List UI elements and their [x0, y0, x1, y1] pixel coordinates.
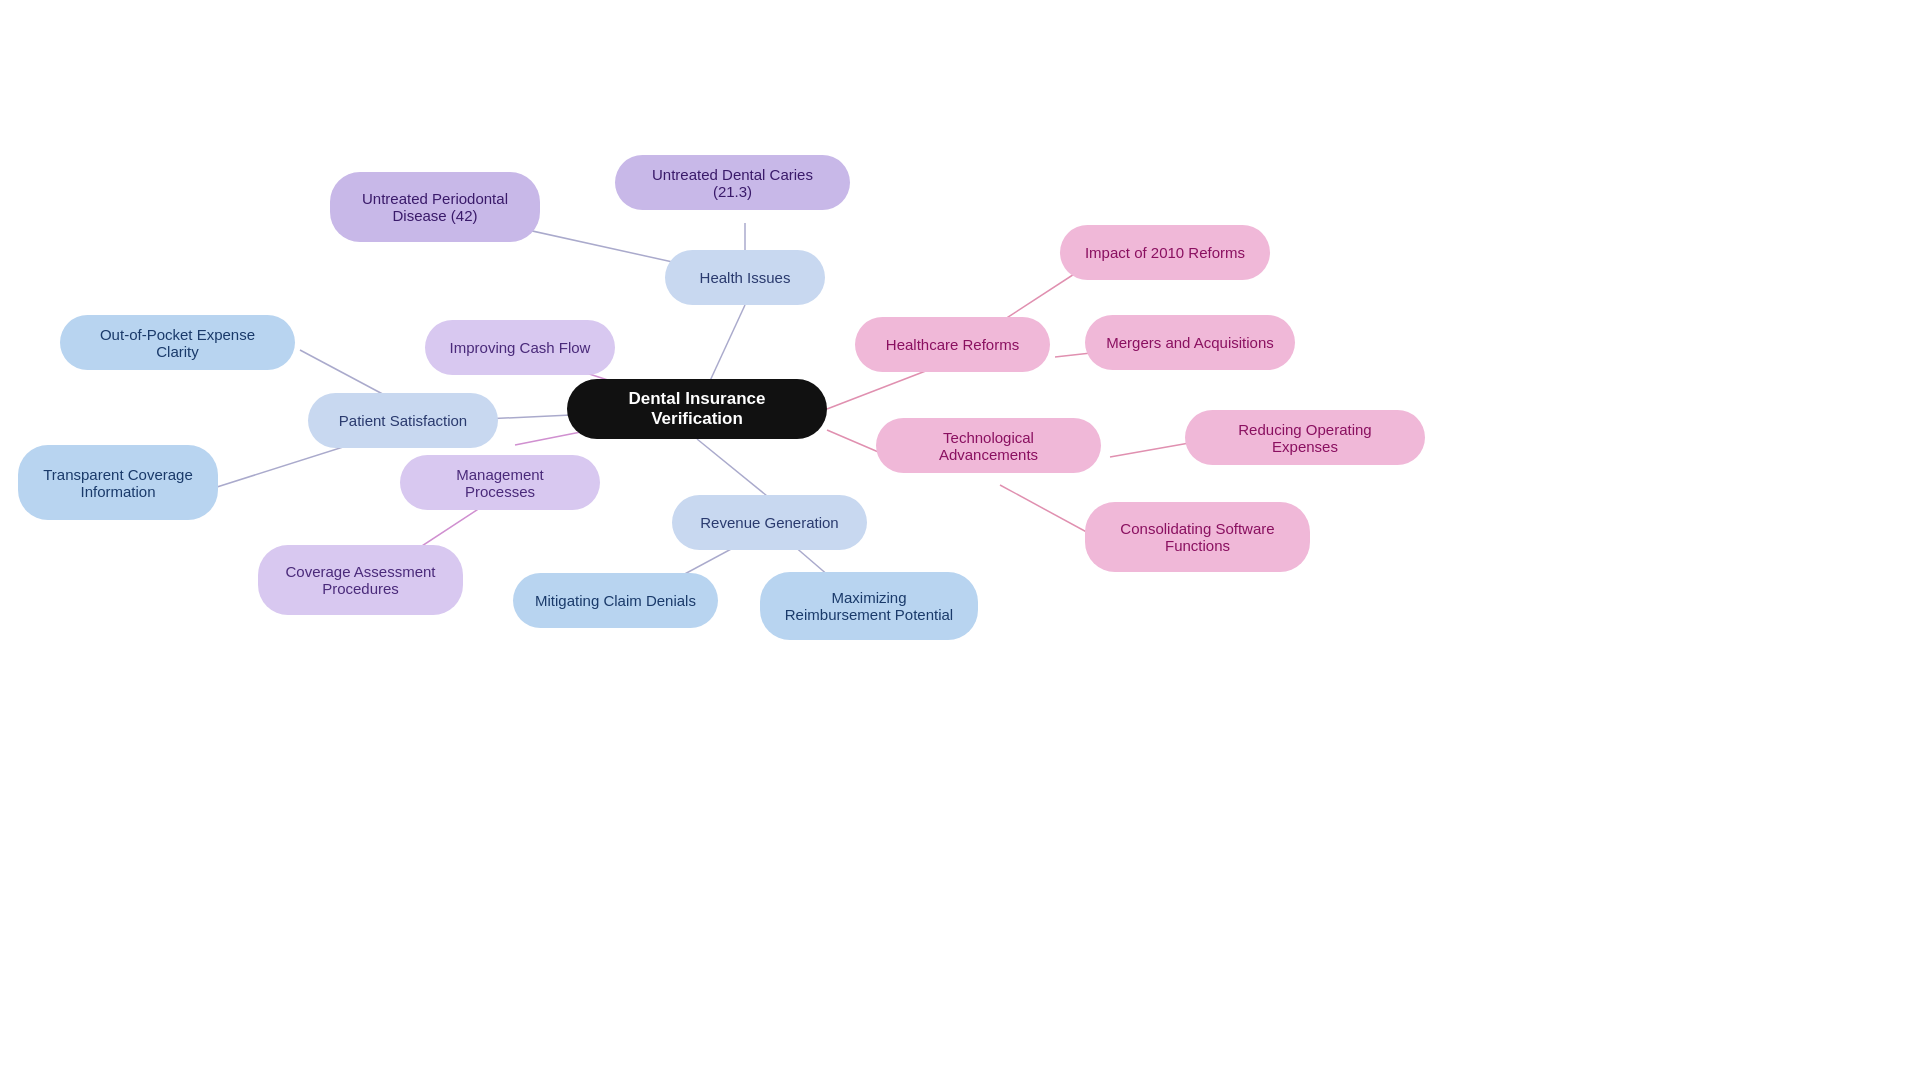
improving-cash-flow-node[interactable]: Improving Cash Flow — [425, 320, 615, 375]
mitigating-claim-node[interactable]: Mitigating Claim Denials — [513, 573, 718, 628]
untreated-caries-node[interactable]: Untreated Dental Caries (21.3) — [615, 155, 850, 210]
consolidating-software-node[interactable]: Consolidating Software Functions — [1085, 502, 1310, 572]
patient-satisfaction-node[interactable]: Patient Satisfaction — [308, 393, 498, 448]
transparent-coverage-node[interactable]: Transparent Coverage Information — [18, 445, 218, 520]
technological-node[interactable]: Technological Advancements — [876, 418, 1101, 473]
coverage-assessment-node[interactable]: Coverage Assessment Procedures — [258, 545, 463, 615]
untreated-periodontal-node[interactable]: Untreated Periodontal Disease (42) — [330, 172, 540, 242]
center-node[interactable]: Dental Insurance Verification — [567, 379, 827, 439]
svg-line-16 — [1110, 442, 1195, 457]
impact-reforms-node[interactable]: Impact of 2010 Reforms — [1060, 225, 1270, 280]
healthcare-reforms-node[interactable]: Healthcare Reforms — [855, 317, 1050, 372]
svg-line-9 — [697, 439, 772, 500]
revenue-generation-node[interactable]: Revenue Generation — [672, 495, 867, 550]
out-of-pocket-node[interactable]: Out-of-Pocket Expense Clarity — [60, 315, 295, 370]
maximizing-reimbursement-node[interactable]: Maximizing Reimbursement Potential — [760, 572, 978, 640]
management-processes-node[interactable]: Management Processes — [400, 455, 600, 510]
mergers-node[interactable]: Mergers and Acquisitions — [1085, 315, 1295, 370]
health-issues-node[interactable]: Health Issues — [665, 250, 825, 305]
reducing-expenses-node[interactable]: Reducing Operating Expenses — [1185, 410, 1425, 465]
